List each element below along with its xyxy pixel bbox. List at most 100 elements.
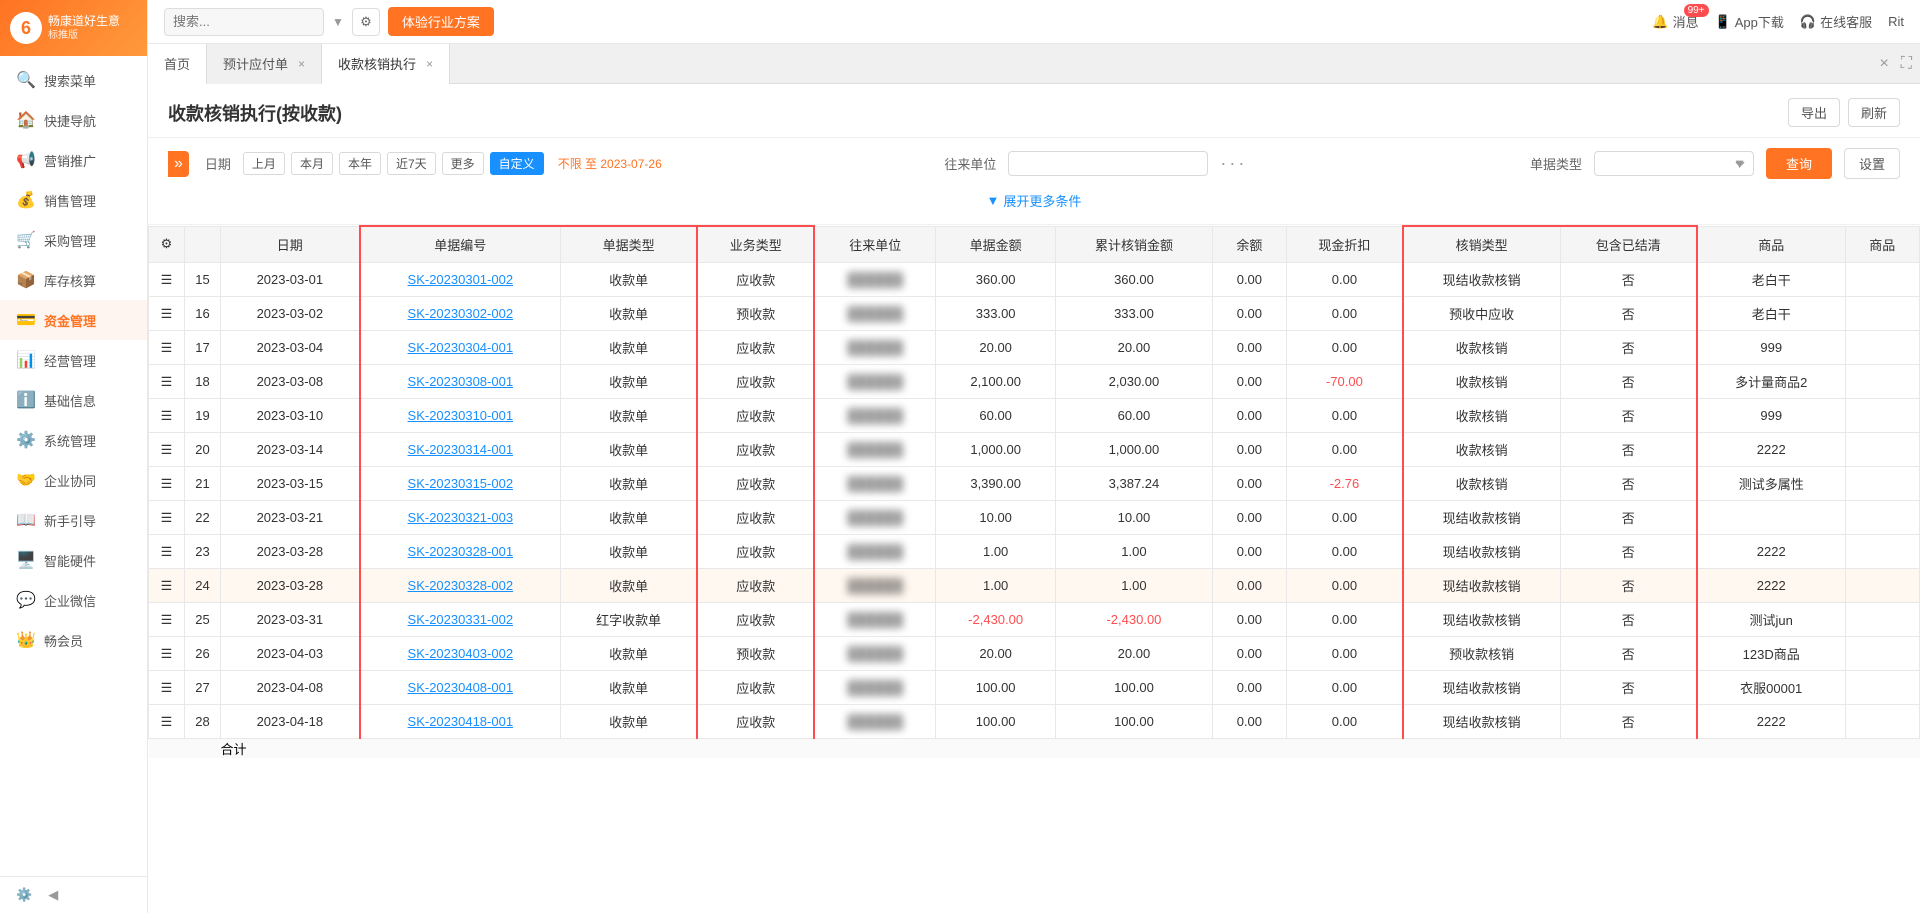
table-row: ☰ 19 2023-03-10 SK-20230310-001 收款单 应收款 … <box>149 399 1920 433</box>
export-button[interactable]: 导出 <box>1788 98 1840 127</box>
singleno-link[interactable]: SK-20230331-002 <box>408 612 514 627</box>
cell-settings[interactable]: ☰ <box>149 263 185 297</box>
receipt-type-select[interactable] <box>1594 151 1754 176</box>
singleno-link[interactable]: SK-20230321-003 <box>408 510 514 525</box>
col-header-balance: 余额 <box>1212 226 1286 263</box>
sidebar-item-inventory[interactable]: 📦库存核算 <box>0 260 147 300</box>
cell-settings[interactable]: ☰ <box>149 501 185 535</box>
singleno-link[interactable]: SK-20230302-002 <box>408 306 514 321</box>
expand-more-button[interactable]: ▼ 展开更多条件 <box>987 187 1082 214</box>
partner-blurred: ██████ <box>848 544 903 559</box>
cell-settings[interactable]: ☰ <box>149 399 185 433</box>
refresh-button[interactable]: 刷新 <box>1848 98 1900 127</box>
singleno-link[interactable]: SK-20230301-002 <box>408 272 514 287</box>
tabbar-close-icon[interactable]: × <box>1879 55 1888 73</box>
singleno-link[interactable]: SK-20230328-002 <box>408 578 514 593</box>
singleno-link[interactable]: SK-20230304-001 <box>408 340 514 355</box>
cell-partner: ██████ <box>814 535 935 569</box>
cell-settings[interactable]: ☰ <box>149 569 185 603</box>
cell-settings[interactable]: ☰ <box>149 467 185 501</box>
wechat-icon: 💬 <box>16 590 36 610</box>
cell-settings[interactable]: ☰ <box>149 705 185 739</box>
sidebar-item-marketing[interactable]: 📢营销推广 <box>0 140 147 180</box>
sidebar-item-search[interactable]: 🔍搜索菜单 <box>0 60 147 100</box>
singleno-link[interactable]: SK-20230315-002 <box>408 476 514 491</box>
sidebar-label-inventory: 库存核算 <box>44 271 96 290</box>
receipt-type-select-wrap: ▼ <box>1594 151 1754 176</box>
date-this-year-btn[interactable]: 本年 <box>339 152 381 175</box>
sidebar-item-member[interactable]: 👑畅会员 <box>0 620 147 660</box>
topbar-gear-button[interactable]: ⚙ <box>352 8 380 36</box>
cell-balance: 0.00 <box>1212 535 1286 569</box>
sidebar-item-guide[interactable]: 📖新手引导 <box>0 500 147 540</box>
tab-home[interactable]: 首页 <box>148 44 207 84</box>
cell-settings[interactable]: ☰ <box>149 603 185 637</box>
singleno-link[interactable]: SK-20230328-001 <box>408 544 514 559</box>
service-link[interactable]: 🎧 在线客服 <box>1800 12 1872 31</box>
sidebar-item-enterprise[interactable]: 🤝企业协同 <box>0 460 147 500</box>
user-name[interactable]: Rit <box>1888 14 1904 29</box>
singleno-link[interactable]: SK-20230408-001 <box>408 680 514 695</box>
date-this-month-btn[interactable]: 本月 <box>291 152 333 175</box>
cell-singleno: SK-20230304-001 <box>360 331 561 365</box>
sidebar-item-sales[interactable]: 💰销售管理 <box>0 180 147 220</box>
sidebar-item-operations[interactable]: 📊经营管理 <box>0 340 147 380</box>
cell-writetype: 收款核销 <box>1403 433 1560 467</box>
cell-settings[interactable]: ☰ <box>149 671 185 705</box>
message-icon[interactable]: 🔔 消息 99+ <box>1652 12 1698 31</box>
partner-input[interactable] <box>1008 151 1208 176</box>
tab-close-prepay[interactable]: × <box>298 57 305 71</box>
settings-icon[interactable]: ⚙️ <box>16 887 32 903</box>
singleno-link[interactable]: SK-20230418-001 <box>408 714 514 729</box>
cell-singletype: 红字收款单 <box>560 603 697 637</box>
filter-expand-arrow[interactable]: » <box>168 151 189 177</box>
col-header-settings[interactable]: ⚙ <box>149 226 185 263</box>
cell-balance: 0.00 <box>1212 433 1286 467</box>
tab-collection[interactable]: 收款核销执行× <box>322 44 450 84</box>
sidebar-item-basic[interactable]: ℹ️基础信息 <box>0 380 147 420</box>
table-row: ☰ 20 2023-03-14 SK-20230314-001 收款单 应收款 … <box>149 433 1920 467</box>
cell-biztype: 应收款 <box>697 433 814 467</box>
cell-includecleared: 否 <box>1560 569 1697 603</box>
table-setting-button[interactable]: 设置 <box>1844 148 1900 179</box>
sidebar-item-quicknav[interactable]: 🏠快捷导航 <box>0 100 147 140</box>
sidebar-label-wechat: 企业微信 <box>44 591 96 610</box>
table-wrap[interactable]: ⚙ 日期 单据编号 单据类型 业务类型 往来单位 单据金额 累计核销金额 余额 … <box>148 225 1920 913</box>
tabbar-expand-icon[interactable]: ⛶ <box>1901 55 1912 73</box>
topbar-search-input[interactable] <box>164 8 324 36</box>
date-custom-btn[interactable]: 自定义 <box>490 152 544 175</box>
table-row: ☰ 18 2023-03-08 SK-20230308-001 收款单 应收款 … <box>149 365 1920 399</box>
sidebar: 6 畅康道好生意 标推版 🔍搜索菜单🏠快捷导航📢营销推广💰销售管理🛒采购管理📦库… <box>0 0 148 913</box>
cell-date: 2023-03-08 <box>221 365 360 399</box>
collapse-icon[interactable]: ◀ <box>48 887 58 903</box>
cell-product: 999 <box>1697 399 1845 433</box>
cell-settings[interactable]: ☰ <box>149 331 185 365</box>
topbar-left: ▼ ⚙ 体验行业方案 <box>164 7 1640 36</box>
date-more-btn[interactable]: 更多 <box>442 152 484 175</box>
table-row: ☰ 21 2023-03-15 SK-20230315-002 收款单 应收款 … <box>149 467 1920 501</box>
date-prev-month-btn[interactable]: 上月 <box>243 152 285 175</box>
cell-settings[interactable]: ☰ <box>149 637 185 671</box>
singleno-link[interactable]: SK-20230310-001 <box>408 408 514 423</box>
sidebar-item-hardware[interactable]: 🖥️智能硬件 <box>0 540 147 580</box>
sidebar-item-purchase[interactable]: 🛒采购管理 <box>0 220 147 260</box>
cell-settings[interactable]: ☰ <box>149 365 185 399</box>
date-7days-btn[interactable]: 近7天 <box>387 152 436 175</box>
sidebar-item-system[interactable]: ⚙️系统管理 <box>0 420 147 460</box>
quicknav-icon: 🏠 <box>16 110 36 130</box>
cell-writetype: 现结收款核销 <box>1403 263 1560 297</box>
tab-prepay[interactable]: 预计应付单 × <box>207 44 322 84</box>
cell-settings[interactable]: ☰ <box>149 433 185 467</box>
singleno-link[interactable]: SK-20230314-001 <box>408 442 514 457</box>
tab-label-prepay: 预计应付单 <box>223 54 288 73</box>
sidebar-item-wechat[interactable]: 💬 企业微信 <box>0 580 147 620</box>
cell-settings[interactable]: ☰ <box>149 297 185 331</box>
sidebar-item-finance[interactable]: 💳资金管理 <box>0 300 147 340</box>
query-button[interactable]: 查询 <box>1766 148 1832 179</box>
tab-close-collection[interactable]: × <box>426 57 433 71</box>
industry-solution-button[interactable]: 体验行业方案 <box>388 7 494 36</box>
cell-settings[interactable]: ☰ <box>149 535 185 569</box>
app-download-link[interactable]: 📱 App下载 <box>1715 12 1784 31</box>
singleno-link[interactable]: SK-20230308-001 <box>408 374 514 389</box>
singleno-link[interactable]: SK-20230403-002 <box>408 646 514 661</box>
